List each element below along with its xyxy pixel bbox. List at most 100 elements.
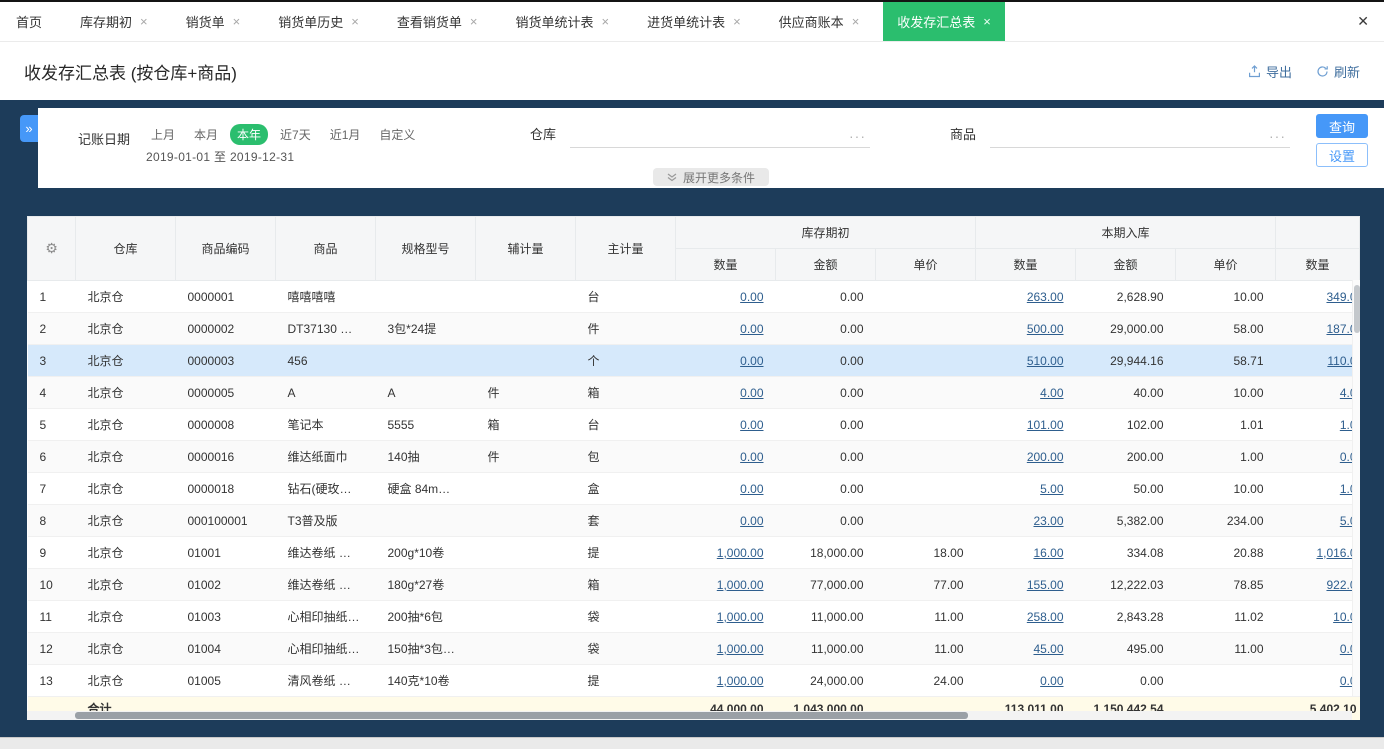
tab-item[interactable]: 供应商账本 × — [765, 2, 874, 41]
refresh-button[interactable]: 刷新 — [1316, 62, 1360, 81]
column-header-aux-unit[interactable]: 辅计量 — [476, 217, 576, 281]
warehouse-select[interactable]: ··· — [570, 124, 870, 148]
cell-out-qty[interactable]: 0.0 — [1276, 441, 1360, 473]
warehouse-more-icon[interactable]: ··· — [849, 129, 866, 143]
cell-out-qty[interactable]: 0.0 — [1276, 633, 1360, 665]
cell-out-qty[interactable]: 349.0 — [1276, 281, 1360, 313]
quick-range-button[interactable]: 近1月 — [323, 124, 368, 145]
qty-drilldown-link[interactable]: 263.00 — [1027, 290, 1064, 304]
table-row[interactable]: 5北京仓0000008笔记本5555箱台0.000.00101.00102.00… — [28, 409, 1360, 441]
vertical-scrollbar[interactable] — [1352, 280, 1360, 696]
tab-close-icon[interactable]: × — [233, 15, 241, 28]
qty-drilldown-link[interactable]: 0.00 — [740, 514, 763, 528]
qty-drilldown-link[interactable]: 23.00 — [1033, 514, 1063, 528]
tab-close-icon[interactable]: × — [351, 15, 359, 28]
cell-out-qty[interactable]: 10.0 — [1276, 601, 1360, 633]
cell-in-qty[interactable]: 0.00 — [976, 665, 1076, 697]
qty-drilldown-link[interactable]: 500.00 — [1027, 322, 1064, 336]
cell-opening-qty[interactable]: 1,000.00 — [676, 665, 776, 697]
tab-item[interactable]: 销货单历史 × — [264, 2, 373, 41]
qty-drilldown-link[interactable]: 0.00 — [740, 322, 763, 336]
cell-in-qty[interactable]: 258.00 — [976, 601, 1076, 633]
cell-in-qty[interactable]: 16.00 — [976, 537, 1076, 569]
subcolumn-header-amount[interactable]: 金额 — [776, 249, 876, 281]
quick-range-button-active[interactable]: 本年 — [230, 124, 268, 145]
cell-opening-qty[interactable]: 1,000.00 — [676, 633, 776, 665]
cell-in-qty[interactable]: 500.00 — [976, 313, 1076, 345]
qty-drilldown-link[interactable]: 0.00 — [740, 354, 763, 368]
cell-opening-qty[interactable]: 0.00 — [676, 377, 776, 409]
cell-in-qty[interactable]: 101.00 — [976, 409, 1076, 441]
tab-item-active[interactable]: 收发存汇总表 × — [883, 2, 1005, 41]
cell-in-qty[interactable]: 23.00 — [976, 505, 1076, 537]
qty-drilldown-link[interactable]: 1,000.00 — [717, 610, 764, 624]
tab-item[interactable]: 库存期初 × — [66, 2, 162, 41]
cell-out-qty[interactable]: 5.0 — [1276, 505, 1360, 537]
cell-opening-qty[interactable]: 1,000.00 — [676, 537, 776, 569]
qty-drilldown-link[interactable]: 1,000.00 — [717, 546, 764, 560]
quick-range-button[interactable]: 本月 — [187, 124, 225, 145]
cell-opening-qty[interactable]: 0.00 — [676, 313, 776, 345]
cell-out-qty[interactable]: 110.0 — [1276, 345, 1360, 377]
vertical-scrollbar-thumb[interactable] — [1354, 285, 1360, 333]
qty-drilldown-link[interactable]: 0.00 — [1040, 674, 1063, 688]
qty-drilldown-link[interactable]: 155.00 — [1027, 578, 1064, 592]
cell-opening-qty[interactable]: 0.00 — [676, 345, 776, 377]
cell-opening-qty[interactable]: 0.00 — [676, 441, 776, 473]
table-row[interactable]: 1北京仓0000001嘻嘻嘻嘻台0.000.00263.002,628.9010… — [28, 281, 1360, 313]
column-header-product-code[interactable]: 商品编码 — [176, 217, 276, 281]
subcolumn-header-qty[interactable]: 数量 — [676, 249, 776, 281]
cell-opening-qty[interactable]: 0.00 — [676, 473, 776, 505]
export-button[interactable]: 导出 — [1248, 62, 1292, 81]
cell-out-qty[interactable]: 1,016.0 — [1276, 537, 1360, 569]
cell-in-qty[interactable]: 263.00 — [976, 281, 1076, 313]
tab-item[interactable]: 进货单统计表 × — [633, 2, 755, 41]
column-header-product[interactable]: 商品 — [276, 217, 376, 281]
column-settings-icon[interactable]: ⚙ — [28, 217, 76, 281]
qty-drilldown-link[interactable]: 101.00 — [1027, 418, 1064, 432]
qty-drilldown-link[interactable]: 1,000.00 — [717, 578, 764, 592]
cell-in-qty[interactable]: 5.00 — [976, 473, 1076, 505]
cell-in-qty[interactable]: 510.00 — [976, 345, 1076, 377]
subcolumn-header-qty[interactable]: 数量 — [1276, 249, 1360, 281]
cell-out-qty[interactable]: 1.0 — [1276, 473, 1360, 505]
cell-in-qty[interactable]: 4.00 — [976, 377, 1076, 409]
table-row[interactable]: 2北京仓0000002DT37130 …3包*24提件0.000.00500.0… — [28, 313, 1360, 345]
query-button[interactable]: 查询 — [1316, 114, 1368, 138]
quick-range-button[interactable]: 自定义 — [372, 124, 422, 145]
qty-drilldown-link[interactable]: 0.00 — [740, 482, 763, 496]
table-row[interactable]: 4北京仓0000005AA件箱0.000.004.0040.0010.004.0 — [28, 377, 1360, 409]
qty-drilldown-link[interactable]: 200.00 — [1027, 450, 1064, 464]
tab-close-icon[interactable]: × — [852, 15, 860, 28]
tab-close-icon[interactable]: × — [601, 15, 609, 28]
cell-out-qty[interactable]: 1.0 — [1276, 409, 1360, 441]
qty-drilldown-link[interactable]: 16.00 — [1033, 546, 1063, 560]
subcolumn-header-price[interactable]: 单价 — [876, 249, 976, 281]
cell-out-qty[interactable]: 0.0 — [1276, 665, 1360, 697]
tab-close-icon[interactable]: × — [733, 15, 741, 28]
subcolumn-header-qty[interactable]: 数量 — [976, 249, 1076, 281]
tab-item[interactable]: 查看销货单 × — [383, 2, 492, 41]
close-all-tabs-icon[interactable]: ✕ — [1342, 2, 1384, 41]
cell-opening-qty[interactable]: 0.00 — [676, 409, 776, 441]
qty-drilldown-link[interactable]: 1,016.0 — [1316, 546, 1356, 560]
cell-opening-qty[interactable]: 1,000.00 — [676, 569, 776, 601]
horizontal-scrollbar-thumb[interactable] — [75, 712, 968, 719]
cell-in-qty[interactable]: 155.00 — [976, 569, 1076, 601]
cell-in-qty[interactable]: 200.00 — [976, 441, 1076, 473]
qty-drilldown-link[interactable]: 0.00 — [740, 450, 763, 464]
table-row[interactable]: 11北京仓01003心相印抽纸…200抽*6包袋1,000.0011,000.0… — [28, 601, 1360, 633]
quick-range-button[interactable]: 上月 — [144, 124, 182, 145]
cell-out-qty[interactable]: 922.0 — [1276, 569, 1360, 601]
cell-opening-qty[interactable]: 0.00 — [676, 505, 776, 537]
expand-more-button[interactable]: 展开更多条件 — [653, 168, 769, 186]
subcolumn-header-price[interactable]: 单价 — [1176, 249, 1276, 281]
qty-drilldown-link[interactable]: 0.00 — [740, 290, 763, 304]
table-row[interactable]: 3北京仓0000003456个0.000.00510.0029,944.1658… — [28, 345, 1360, 377]
cell-opening-qty[interactable]: 1,000.00 — [676, 601, 776, 633]
table-row[interactable]: 7北京仓0000018钻石(硬玫…硬盒 84m…盒0.000.005.0050.… — [28, 473, 1360, 505]
tab-close-icon[interactable]: × — [983, 15, 991, 28]
product-more-icon[interactable]: ··· — [1269, 129, 1286, 143]
table-row[interactable]: 12北京仓01004心相印抽纸…150抽*3包…袋1,000.0011,000.… — [28, 633, 1360, 665]
qty-drilldown-link[interactable]: 0.00 — [740, 386, 763, 400]
